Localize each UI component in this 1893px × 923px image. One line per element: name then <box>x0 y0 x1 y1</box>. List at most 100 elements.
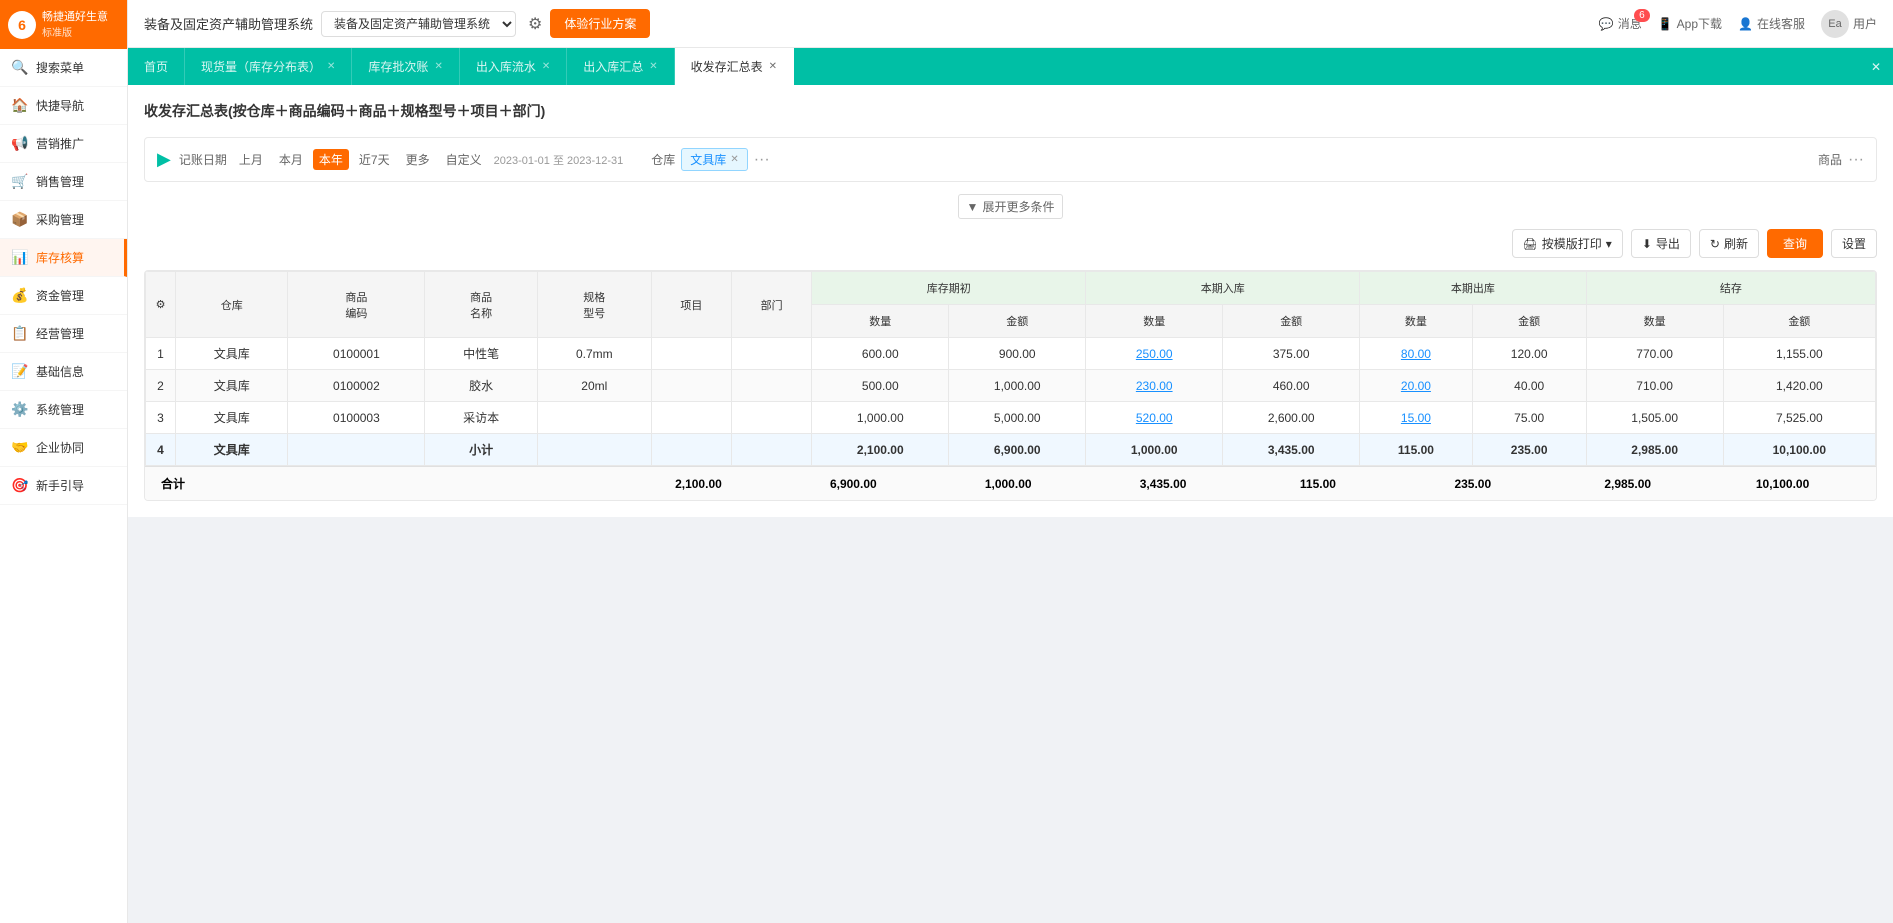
data-table: ⚙ 仓库 商品编码 商品名称 规格型号 项目 部门 库存期初 本期入库 本期出库… <box>145 271 1876 466</box>
footer-label: 合计 <box>161 475 301 492</box>
sidebar-label-guide: 新手引导 <box>36 477 84 494</box>
sidebar-icon-finance: 💰 <box>12 288 28 304</box>
tab-inout_summary[interactable]: 出入库汇总✕ <box>567 48 674 85</box>
date-option-this-year[interactable]: 本年 <box>313 149 349 170</box>
print-btn[interactable]: 🖨 按模版打印 ▾ <box>1512 229 1623 258</box>
tab-label-stock_dist: 现货量（库存分布表） <box>201 58 321 75</box>
cell-open-amt: 5,000.00 <box>949 402 1086 434</box>
sidebar-item-marketing[interactable]: 📢营销推广 <box>0 125 127 163</box>
cell-open-qty: 2,100.00 <box>812 434 949 466</box>
query-btn[interactable]: 查询 <box>1767 229 1823 258</box>
cell-no: 2 <box>146 370 176 402</box>
cell-warehouse: 文具库 <box>176 338 288 370</box>
footer-bal-qty: 2,985.00 <box>1550 477 1705 491</box>
filter-expand-arrow[interactable]: ▶ <box>157 149 171 170</box>
sidebar-item-inventory[interactable]: 📊库存核算 <box>0 239 127 277</box>
close-all-tabs-btn[interactable]: ✕ <box>1859 50 1893 84</box>
footer-open-qty: 2,100.00 <box>621 477 776 491</box>
goods-label: 商品 <box>1818 151 1842 168</box>
th-dept: 部门 <box>732 272 812 338</box>
cell-open-amt: 6,900.00 <box>949 434 1086 466</box>
date-option-custom[interactable]: 自定义 <box>440 149 488 170</box>
cell-out-qty[interactable]: 20.00 <box>1360 370 1472 402</box>
export-btn[interactable]: ⬇ 导出 <box>1631 229 1691 258</box>
trial-btn[interactable]: 体验行业方案 <box>550 9 650 38</box>
print-icon: 🖨 <box>1523 237 1538 251</box>
refresh-btn[interactable]: ↻ 刷新 <box>1699 229 1759 258</box>
sidebar-icon-system: ⚙️ <box>12 402 28 418</box>
sidebar-item-system[interactable]: ⚙️系统管理 <box>0 391 127 429</box>
date-option-more[interactable]: 更多 <box>400 149 436 170</box>
warehouse-label: 仓库 <box>651 151 675 168</box>
expand-label: 展开更多条件 <box>982 198 1054 215</box>
tab-home[interactable]: 首页 <box>128 48 185 85</box>
cell-in-qty: 1,000.00 <box>1086 434 1223 466</box>
warehouse-more-btn[interactable]: ··· <box>754 151 770 169</box>
cell-open-qty: 1,000.00 <box>812 402 949 434</box>
tab-recv_send[interactable]: 收发存汇总表 ✕ <box>675 48 794 85</box>
warehouse-tag[interactable]: 文具库 ✕ <box>681 148 747 171</box>
tab-close-stock_dist[interactable]: ✕ <box>327 61 335 72</box>
th-code: 商品编码 <box>288 272 425 338</box>
cell-bal-amt: 1,155.00 <box>1723 338 1875 370</box>
tab-inout_flow[interactable]: 出入库流水✕ <box>460 48 567 85</box>
cell-bal-qty: 1,505.00 <box>1586 402 1723 434</box>
warehouse-filter: 仓库 文具库 ✕ ··· <box>651 148 769 171</box>
th-out-amt: 金额 <box>1472 305 1586 338</box>
sidebar-item-operations[interactable]: 📋经营管理 <box>0 315 127 353</box>
th-out-qty: 数量 <box>1360 305 1472 338</box>
sidebar-icon-sales: 🛒 <box>12 174 28 190</box>
sidebar-icon-inventory: 📊 <box>12 250 28 266</box>
tab-batch[interactable]: 库存批次账✕ <box>352 48 459 85</box>
th-settings[interactable]: ⚙ <box>146 272 176 338</box>
date-options: 上月 本月 本年 近7天 更多 自定义 <box>233 149 488 170</box>
app-download-item[interactable]: 📱 App下载 <box>1658 15 1722 32</box>
sidebar-item-basicinfo[interactable]: 📝基础信息 <box>0 353 127 391</box>
date-option-this-month[interactable]: 本月 <box>273 149 309 170</box>
date-option-7days[interactable]: 近7天 <box>353 149 396 170</box>
sidebar-item-search[interactable]: 🔍搜索菜单 <box>0 49 127 87</box>
cell-in-qty[interactable]: 520.00 <box>1086 402 1223 434</box>
sidebar-item-finance[interactable]: 💰资金管理 <box>0 277 127 315</box>
expand-conditions-btn[interactable]: ▼ 展开更多条件 <box>958 194 1064 219</box>
user-label: 用户 <box>1853 15 1877 32</box>
cell-in-qty[interactable]: 250.00 <box>1086 338 1223 370</box>
tab-stock_dist[interactable]: 现货量（库存分布表） ✕ <box>185 48 352 85</box>
sidebar-item-sales[interactable]: 🛒销售管理 <box>0 163 127 201</box>
sidebar-item-guide[interactable]: 🎯新手引导 <box>0 467 127 505</box>
date-option-last-month[interactable]: 上月 <box>233 149 269 170</box>
cell-out-qty[interactable]: 15.00 <box>1360 402 1472 434</box>
settings-btn[interactable]: 设置 <box>1831 229 1877 258</box>
cell-out-qty: 115.00 <box>1360 434 1472 466</box>
topbar-left: 装备及固定资产辅助管理系统 装备及固定资产辅助管理系统 ⚙ 体验行业方案 <box>144 9 650 38</box>
sidebar-icon-quicknav: 🏠 <box>12 98 28 114</box>
tab-close-recv_send[interactable]: ✕ <box>769 61 777 72</box>
gear-icon[interactable]: ⚙ <box>528 14 542 34</box>
user-item[interactable]: Ea 用户 <box>1821 10 1877 38</box>
warehouse-tag-close[interactable]: ✕ <box>730 154 738 165</box>
cell-code: 0100001 <box>288 338 425 370</box>
system-select[interactable]: 装备及固定资产辅助管理系统 <box>321 11 516 37</box>
online-service-item[interactable]: 👤 在线客服 <box>1738 15 1805 32</box>
sidebar-item-collab[interactable]: 🤝企业协同 <box>0 429 127 467</box>
message-badge: 6 <box>1634 9 1650 22</box>
goods-more-btn[interactable]: ··· <box>1848 151 1864 169</box>
th-in-amt: 金额 <box>1223 305 1360 338</box>
tab-close-batch[interactable]: ✕ <box>434 61 442 72</box>
sidebar-item-purchase[interactable]: 📦采购管理 <box>0 201 127 239</box>
th-name: 商品名称 <box>425 272 537 338</box>
table-row: 1 文具库 0100001 中性笔 0.7mm 600.00 900.00 25… <box>146 338 1876 370</box>
tab-close-inout_flow[interactable]: ✕ <box>542 61 550 72</box>
cell-out-qty[interactable]: 80.00 <box>1360 338 1472 370</box>
cell-bal-amt: 7,525.00 <box>1723 402 1875 434</box>
cell-bal-qty: 710.00 <box>1586 370 1723 402</box>
sidebar-icon-collab: 🤝 <box>12 440 28 456</box>
th-out: 本期出库 <box>1360 272 1586 305</box>
tab-close-inout_summary[interactable]: ✕ <box>649 61 657 72</box>
sidebar-item-quicknav[interactable]: 🏠快捷导航 <box>0 87 127 125</box>
cell-in-qty[interactable]: 230.00 <box>1086 370 1223 402</box>
message-icon-item[interactable]: 💬 消息 6 <box>1599 15 1642 32</box>
app-download-label: App下载 <box>1677 15 1722 32</box>
tab-label-recv_send: 收发存汇总表 <box>691 58 763 75</box>
print-label: 按模版打印 <box>1542 235 1602 252</box>
